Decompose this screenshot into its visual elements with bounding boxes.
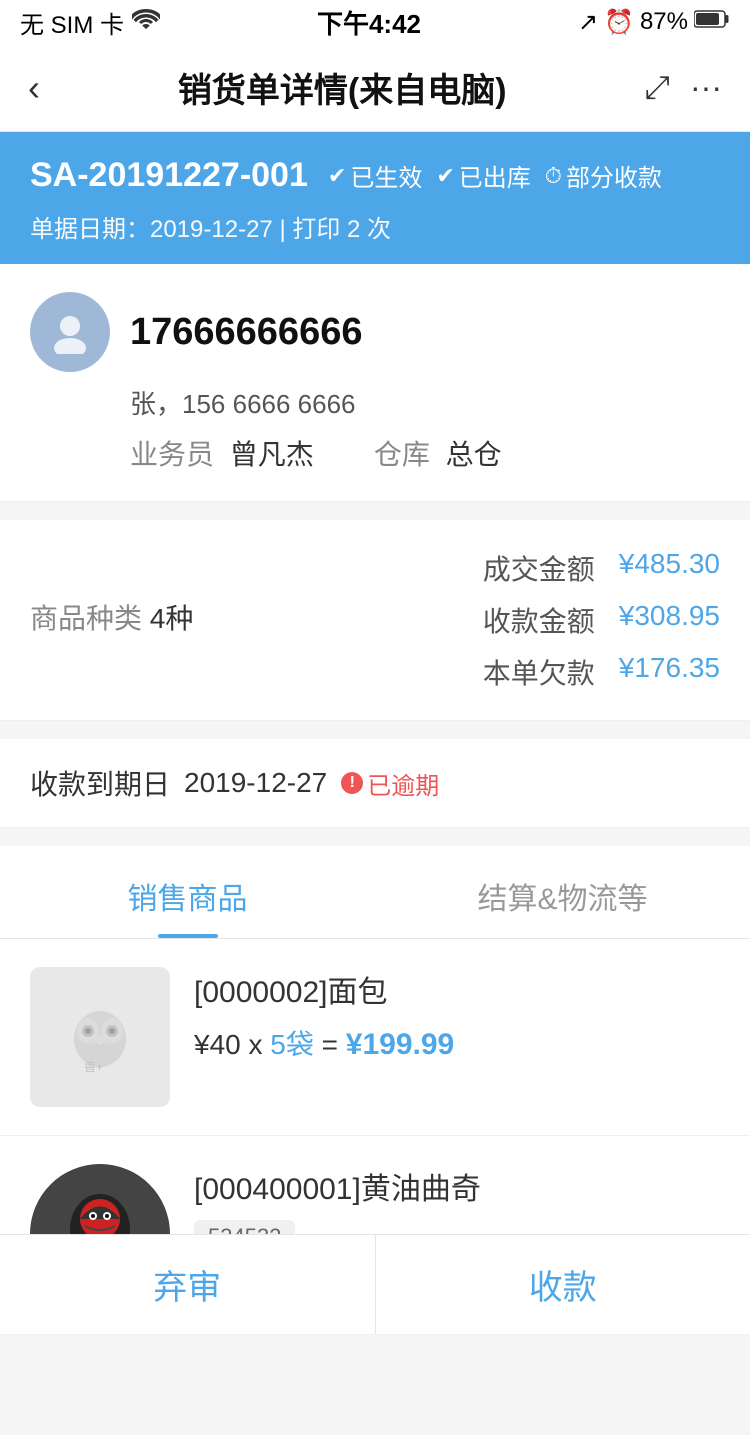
status-badges: ✔ 已生效 ✔ 已出库 ⏱ 部分收款	[328, 158, 662, 193]
tabs-section: 销售商品 结算&物流等	[0, 846, 750, 939]
clock-icon: ⏱	[545, 163, 562, 189]
overdue-badge: ! 已逾期	[341, 766, 439, 801]
customer-section: 17666666666 张，156 6666 6666 业务员 曾凡杰 仓库 总…	[0, 264, 750, 502]
more-icon[interactable]: ···	[690, 69, 722, 106]
product-price-1: ¥40 x 5袋 = ¥199.99	[194, 1023, 720, 1063]
list-item: 兽+ [0000002]面包 ¥40 x 5袋 = ¥199.99	[0, 939, 750, 1136]
amounts: 成交金额 ¥485.30 收款金额 ¥308.95 本单欠款 ¥176.35	[483, 548, 720, 692]
due-date-value: 2019-12-27	[184, 767, 327, 799]
product-info-1: [0000002]面包 ¥40 x 5袋 = ¥199.99	[194, 967, 720, 1063]
alarm-icon: ⏰	[604, 8, 634, 37]
cancel-review-button[interactable]: 弃审	[0, 1235, 376, 1334]
avatar	[30, 292, 110, 372]
amount-owed: 本单欠款 ¥176.35	[483, 652, 720, 692]
product-name-2: [000400001]黄油曲奇	[194, 1164, 720, 1208]
warehouse-value: 总仓	[446, 439, 502, 470]
customer-name: 17666666666	[130, 311, 362, 354]
back-button[interactable]: ‹	[28, 67, 40, 109]
amount-owed-value: ¥176.35	[619, 652, 720, 692]
due-date-label: 收款到期日	[30, 763, 170, 803]
order-print: | 打印 2 次	[279, 216, 391, 243]
product-types: 商品种类 4种	[30, 597, 193, 637]
badge-partial-label: 部分收款	[566, 158, 662, 193]
customer-contact: 张，156 6666 6666	[30, 384, 720, 421]
order-meta: 单据日期：2019-12-27 | 打印 2 次	[30, 209, 720, 244]
sim-status: 无 SIM 卡	[20, 5, 124, 40]
product-types-value: 4种	[150, 603, 194, 634]
tab-sales-products[interactable]: 销售商品	[0, 846, 375, 938]
check-icon-2: ✔	[436, 163, 454, 189]
badge-effective-label: 已生效	[350, 158, 422, 193]
battery-level: 87%	[640, 8, 688, 36]
salesperson-label: 业务员	[130, 439, 214, 470]
warehouse-label: 仓库	[374, 439, 430, 470]
customer-meta: 业务员 曾凡杰 仓库 总仓	[30, 433, 720, 473]
product-price-unit-1: ¥40	[194, 1029, 241, 1060]
page-title: 销货单详情(来自电脑)	[178, 63, 507, 112]
product-image-1: 兽+	[60, 997, 140, 1077]
amount-deal-label: 成交金额	[483, 548, 595, 588]
badge-partial: ⏱ 部分收款	[545, 158, 662, 193]
warehouse-field: 仓库 总仓	[374, 433, 502, 473]
nav-bar: ‹ 销货单详情(来自电脑) ⤢ ···	[0, 44, 750, 132]
badge-shipped-label: 已出库	[459, 158, 531, 193]
collect-payment-button[interactable]: 收款	[376, 1235, 750, 1334]
product-name-1: [0000002]面包	[194, 967, 720, 1011]
badge-effective: ✔ 已生效	[328, 158, 422, 193]
amount-owed-label: 本单欠款	[483, 652, 595, 692]
status-bar: 无 SIM 卡 下午4:42 ↗ ⏰ 87%	[0, 0, 750, 44]
overdue-label: 已逾期	[367, 766, 439, 801]
amount-deal: 成交金额 ¥485.30	[483, 548, 720, 588]
salesperson-field: 业务员 曾凡杰	[130, 433, 314, 473]
battery-icon	[694, 8, 730, 36]
overdue-dot-icon: !	[341, 772, 363, 794]
order-date: 单据日期：2019-12-27	[30, 216, 273, 243]
nav-actions: ⤢ ···	[644, 69, 722, 107]
location-icon: ↗	[578, 8, 598, 37]
tab-settlement[interactable]: 结算&物流等	[375, 846, 750, 938]
order-header: SA-20191227-001 ✔ 已生效 ✔ 已出库 ⏱ 部分收款 单据日期：…	[0, 132, 750, 264]
amount-received: 收款金额 ¥308.95	[483, 600, 720, 640]
wifi-icon	[132, 8, 160, 36]
product-x-1: x	[249, 1029, 271, 1060]
svg-text:兽+: 兽+	[84, 1060, 103, 1074]
product-eq-1: =	[322, 1029, 346, 1060]
due-section: 收款到期日 2019-12-27 ! 已逾期	[0, 739, 750, 828]
order-id: SA-20191227-001	[30, 156, 308, 195]
product-thumbnail-1: 兽+	[30, 967, 170, 1107]
amount-received-value: ¥308.95	[619, 600, 720, 640]
status-left: 无 SIM 卡	[20, 5, 160, 40]
summary-section: 商品种类 4种 成交金额 ¥485.30 收款金额 ¥308.95 本单欠款 ¥…	[0, 520, 750, 721]
salesperson-value: 曾凡杰	[230, 439, 314, 470]
product-total-1: ¥199.99	[346, 1028, 454, 1061]
amount-deal-value: ¥485.30	[619, 548, 720, 588]
status-right: ↗ ⏰ 87%	[578, 8, 730, 37]
share-icon[interactable]: ⤢	[644, 69, 670, 107]
bottom-bar: 弃审 收款	[0, 1234, 750, 1334]
check-icon-1: ✔	[328, 163, 346, 189]
product-types-label: 商品种类	[30, 603, 142, 634]
status-time: 下午4:42	[317, 4, 421, 41]
badge-shipped: ✔ 已出库	[436, 158, 530, 193]
product-qty-1: 5袋	[270, 1029, 314, 1060]
amount-received-label: 收款金额	[483, 600, 595, 640]
